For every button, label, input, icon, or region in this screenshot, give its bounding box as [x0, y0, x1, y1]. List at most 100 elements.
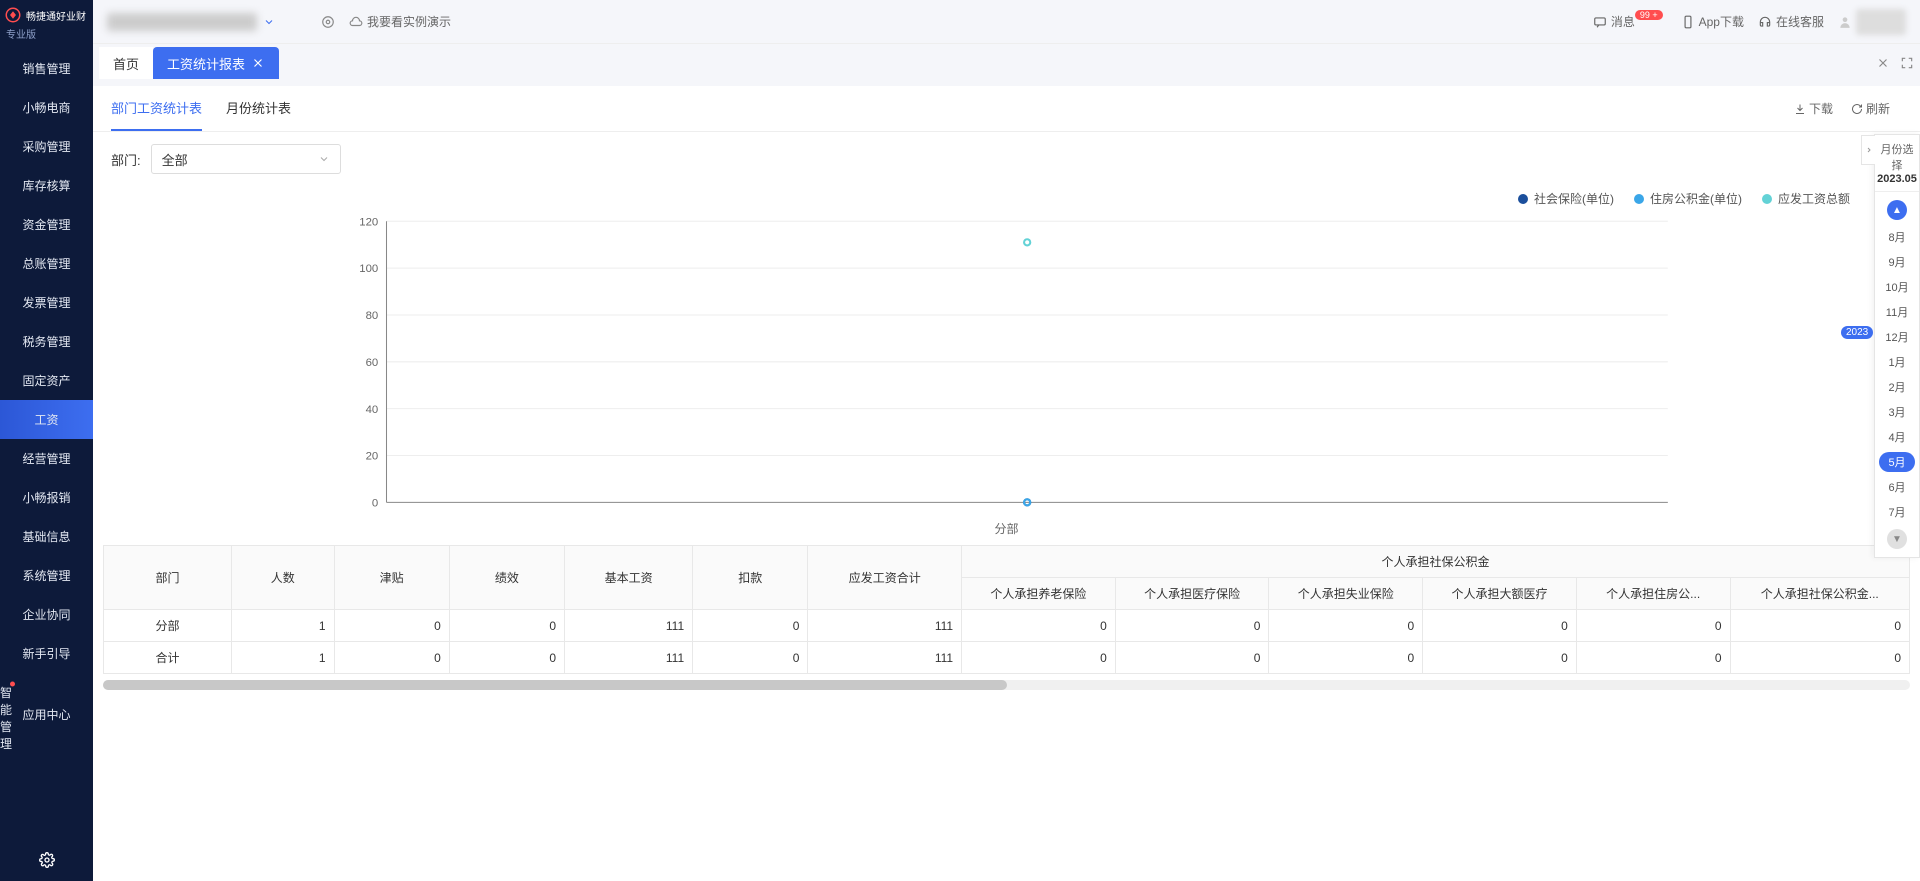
col-header: 津贴 [334, 546, 449, 610]
department-select[interactable]: 全部 [151, 144, 341, 174]
demo-link[interactable]: 我要看实例演示 [349, 13, 451, 30]
customer-service-label: 在线客服 [1776, 13, 1824, 30]
sidebar-item-15[interactable]: 新手引导 [0, 634, 93, 673]
report-tab-1[interactable]: 月份统计表 [226, 86, 291, 131]
download-button[interactable]: 下载 [1794, 100, 1833, 117]
cell: 0 [962, 642, 1116, 674]
cell: 0 [1423, 642, 1577, 674]
sidebar-menu: 销售管理小畅电商采购管理库存核算资金管理总账管理发票管理税务管理固定资产工资经营… [0, 49, 93, 842]
month-picker-value: 2023.05 [1877, 173, 1917, 185]
sidebar-item-9[interactable]: 工资 [0, 400, 93, 439]
cell: 111 [565, 610, 693, 642]
legend-item-0[interactable]: 社会保险(单位) [1518, 190, 1614, 207]
month-option[interactable]: 6月 [1875, 477, 1919, 497]
col-header: 个人承担住房公... [1576, 578, 1730, 610]
legend-item-1[interactable]: 住房公积金(单位) [1634, 190, 1742, 207]
cell: 0 [334, 642, 449, 674]
month-option[interactable]: 5月 [1879, 452, 1915, 472]
sidebar-item-1[interactable]: 小畅电商 [0, 88, 93, 127]
cell: 0 [1576, 642, 1730, 674]
svg-text:0: 0 [372, 497, 378, 509]
sidebar-item-13[interactable]: 系统管理 [0, 556, 93, 595]
month-picker-collapse[interactable] [1861, 135, 1875, 165]
col-header: 个人承担失业保险 [1269, 578, 1423, 610]
app-download-button[interactable]: App下载 [1681, 13, 1744, 30]
legend-label: 社会保险(单位) [1534, 190, 1614, 207]
company-settings-button[interactable] [321, 15, 335, 29]
month-option[interactable]: 8月 [1875, 227, 1919, 247]
col-header: 个人承担养老保险 [962, 578, 1116, 610]
month-option[interactable]: 4月 [1875, 427, 1919, 447]
chart-legend: 社会保险(单位) 住房公积金(单位) 应发工资总额 [133, 186, 1880, 213]
tab-label: 首页 [113, 54, 139, 73]
customer-service-button[interactable]: 在线客服 [1758, 13, 1824, 30]
page-tab-1[interactable]: 工资统计报表 [153, 47, 279, 79]
cell: 0 [334, 610, 449, 642]
month-option[interactable]: 1月 [1875, 352, 1919, 372]
sidebar-item-5[interactable]: 总账管理 [0, 244, 93, 283]
cell: 0 [1269, 610, 1423, 642]
scrollbar-thumb[interactable] [103, 680, 1007, 690]
cell: 0 [1730, 642, 1909, 674]
cloud-icon [349, 15, 363, 29]
sidebar-item-4[interactable]: 资金管理 [0, 205, 93, 244]
month-option[interactable]: 9月 [1875, 252, 1919, 272]
close-icon [1876, 56, 1890, 70]
month-option[interactable]: 2月 [1875, 377, 1919, 397]
legend-dot [1634, 194, 1644, 204]
close-icon[interactable] [251, 56, 265, 70]
messages-button[interactable]: 消息 99 + [1593, 13, 1667, 30]
brand-logo-icon [4, 6, 22, 24]
main-area: 我要看实例演示 消息 99 + App下载 在线客服 首页工资统计报表 [93, 0, 1920, 881]
cell: 0 [449, 642, 564, 674]
month-option[interactable]: 7月 [1875, 502, 1919, 522]
sidebar-item-2[interactable]: 采购管理 [0, 127, 93, 166]
refresh-label: 刷新 [1866, 100, 1890, 117]
refresh-button[interactable]: 刷新 [1851, 100, 1890, 117]
sidebar-item-10[interactable]: 经营管理 [0, 439, 93, 478]
cell: 0 [962, 610, 1116, 642]
legend-dot [1518, 194, 1528, 204]
horizontal-scrollbar[interactable] [103, 680, 1910, 690]
month-option[interactable]: 12月 [1875, 327, 1919, 347]
brand-edition: 专业版 [0, 26, 93, 49]
settings-button[interactable] [0, 842, 93, 881]
demo-label: 我要看实例演示 [367, 13, 451, 30]
month-option[interactable]: 3月 [1875, 402, 1919, 422]
sidebar-item-0[interactable]: 销售管理 [0, 49, 93, 88]
sidebar-item-11[interactable]: 小畅报销 [0, 478, 93, 517]
col-header: 部门 [104, 546, 232, 610]
col-header: 基本工资 [565, 546, 693, 610]
brand-name: 畅捷通好业财 [26, 8, 86, 23]
month-list: 2023 ▲8月9月10月11月12月1月2月3月4月5月6月7月▼ [1875, 192, 1919, 557]
month-next-button[interactable]: ▼ [1887, 529, 1907, 549]
month-option[interactable]: 11月 [1875, 302, 1919, 322]
close-all-tabs-button[interactable] [1876, 56, 1890, 70]
sidebar-item-7[interactable]: 税务管理 [0, 322, 93, 361]
sidebar-item-3[interactable]: 库存核算 [0, 166, 93, 205]
report-tabs: 部门工资统计表月份统计表 下载 刷新 [93, 86, 1920, 132]
company-name-redacted [107, 13, 257, 31]
user-menu[interactable] [1838, 9, 1906, 35]
sidebar-item-12[interactable]: 基础信息 [0, 517, 93, 556]
table-row: 合计1001110111000000 [104, 642, 1910, 674]
chevron-right-icon [1865, 146, 1873, 154]
year-badge: 2023 [1841, 326, 1873, 339]
page-tab-0[interactable]: 首页 [99, 47, 153, 79]
month-option[interactable]: 10月 [1875, 277, 1919, 297]
month-prev-button[interactable]: ▲ [1887, 200, 1907, 220]
sidebar-item-8[interactable]: 固定资产 [0, 361, 93, 400]
svg-text:20: 20 [366, 451, 379, 463]
fullscreen-button[interactable] [1900, 56, 1914, 70]
sidebar-item-6[interactable]: 发票管理 [0, 283, 93, 322]
company-selector[interactable] [107, 13, 307, 31]
cell: 0 [1269, 642, 1423, 674]
sidebar-item-16[interactable]: 智能管理 [0, 673, 10, 695]
messages-badge: 99 + [1635, 10, 1663, 20]
filter-row: 部门: 全部 [93, 132, 1920, 186]
sidebar-item-14[interactable]: 企业协同 [0, 595, 93, 634]
legend-item-2[interactable]: 应发工资总额 [1762, 190, 1850, 207]
report-tab-0[interactable]: 部门工资统计表 [111, 86, 202, 131]
sidebar-item-17[interactable]: 应用中心 [0, 695, 93, 734]
download-label: 下载 [1809, 100, 1833, 117]
